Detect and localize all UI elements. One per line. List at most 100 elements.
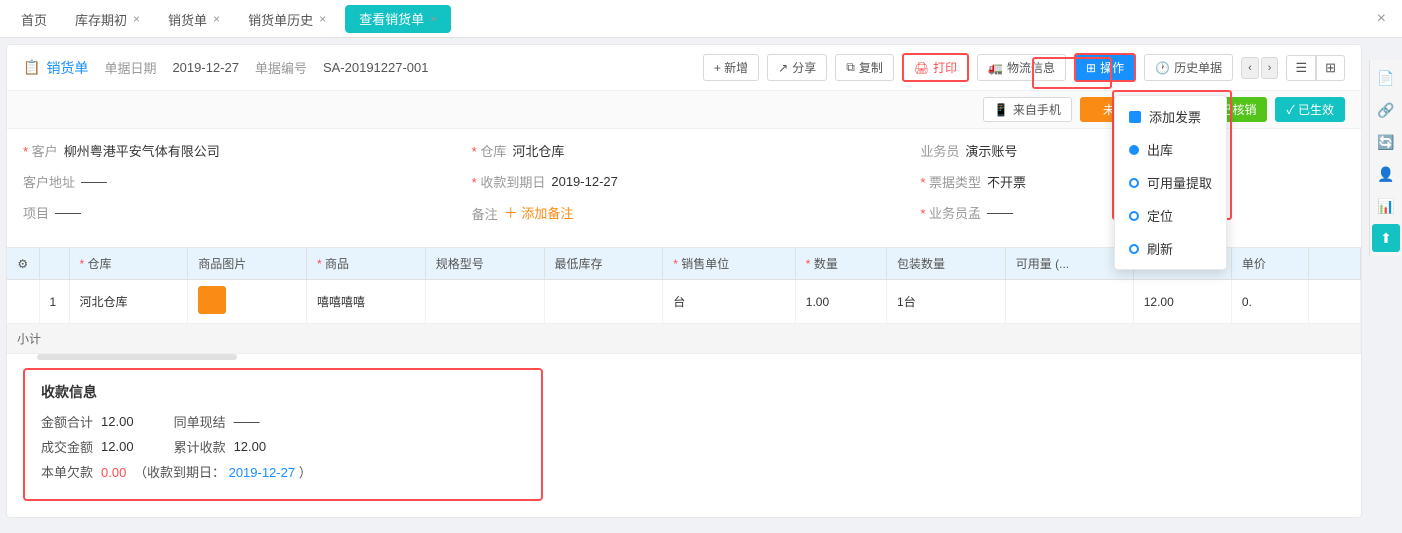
copy-icon: ⧉ — [846, 60, 855, 75]
right-sidebar: 📄 🔗 🔄 👤 📊 ⬆ — [1369, 60, 1402, 256]
share-icon: ↗ — [778, 61, 788, 75]
col-quantity: 数量 — [795, 248, 886, 280]
col-warehouse: 仓库 — [69, 248, 188, 280]
current-owe-label: 本单欠款 — [41, 462, 93, 481]
info-row-1: 金额合计 12.00 同单现结 —— — [41, 412, 525, 431]
same-order-item: 同单现结 —— — [174, 412, 260, 431]
from-phone-button[interactable]: 📱 来自手机 — [983, 97, 1072, 122]
payment-date-label: 收款到期日 — [472, 172, 546, 191]
date-label: 单据日期 — [104, 58, 156, 77]
col-min-stock: 最低库存 — [544, 248, 663, 280]
col-gear[interactable]: ⚙ — [7, 248, 39, 280]
col-image: 商品图片 — [188, 248, 307, 280]
subtotal-label: 小计 — [7, 324, 1361, 354]
available-take-item[interactable]: 可用量提取 — [1115, 166, 1226, 199]
note-field: 备注 ＋ 添加备注 — [472, 203, 897, 223]
tab-inventory[interactable]: 库存期初 × — [62, 0, 153, 38]
staff2-label: 业务员孟 — [920, 203, 981, 222]
tab-home[interactable]: 首页 — [8, 0, 60, 38]
effected-button[interactable]: ✓ 已生效 — [1275, 97, 1345, 122]
warehouse-label: 仓库 — [472, 141, 507, 160]
address-label: 客户地址 — [23, 172, 75, 191]
row-gear — [7, 280, 39, 324]
operations-dropdown: 添加发票 出库 可用量提取 定位 刷新 — [1114, 95, 1227, 270]
phone-icon: 📱 — [994, 103, 1009, 117]
project-value: —— — [55, 205, 81, 220]
position-item[interactable]: 定位 — [1115, 199, 1226, 232]
print-button[interactable]: 🖨 打印 — [902, 53, 969, 82]
add-note-btn[interactable]: ＋ 添加备注 — [504, 203, 574, 223]
project-label: 项目 — [23, 203, 49, 222]
total-received-item: 累计收款 12.00 — [174, 437, 267, 456]
outbound-item[interactable]: 出库 — [1115, 133, 1226, 166]
col-price: 单价 — [1231, 248, 1308, 280]
ticket-type-label: 票据类型 — [920, 172, 981, 191]
tab-history[interactable]: 销货单历史 × — [235, 0, 339, 38]
customer-field: 客户 柳州粤港平安气体有限公司 — [23, 141, 448, 160]
print-icon: 🖨 — [914, 61, 929, 75]
tab-view-close[interactable]: × — [430, 12, 437, 26]
ticket-type-value: 不开票 — [987, 172, 1026, 191]
grid-view-button[interactable]: ⊞ — [1316, 55, 1345, 81]
add-invoice-item[interactable]: 添加发票 — [1115, 100, 1226, 133]
copy-button[interactable]: ⧉ 复制 — [835, 54, 894, 81]
subtotal-row: 小计 — [7, 324, 1361, 354]
tab-sales[interactable]: 销货单 × — [155, 0, 233, 38]
row-index: 1 — [39, 280, 69, 324]
operations-button[interactable]: ⊞ 操作 — [1074, 53, 1136, 82]
deal-amount-value: 12.00 — [101, 439, 134, 454]
total-received-label: 累计收款 — [174, 437, 226, 456]
row-spec — [425, 280, 544, 324]
row-current: 12.00 — [1133, 280, 1231, 324]
col-spec: 规格型号 — [425, 248, 544, 280]
total-amount-label: 金额合计 — [41, 412, 93, 431]
sidebar-link-icon[interactable]: 🔗 — [1372, 96, 1400, 124]
truck-icon: 🚛 — [988, 61, 1003, 75]
sidebar-user-icon[interactable]: 👤 — [1372, 160, 1400, 188]
row-quantity: 1.00 — [795, 280, 886, 324]
col-index — [39, 248, 69, 280]
address-value: —— — [81, 174, 107, 189]
share-button[interactable]: ↗ 分享 — [767, 54, 827, 81]
tab-view[interactable]: 查看销货单 × — [345, 5, 451, 33]
doc-title: 📋 销货单 — [23, 58, 88, 78]
row-extra — [1309, 280, 1361, 324]
tab-inventory-close[interactable]: × — [133, 12, 140, 26]
view-toggle: ☰ ⊞ — [1286, 55, 1345, 81]
customer-label: 客户 — [23, 141, 58, 160]
next-button[interactable]: › — [1261, 57, 1279, 79]
warehouse-field: 仓库 河北仓库 — [472, 141, 897, 160]
list-view-button[interactable]: ☰ — [1286, 55, 1316, 81]
current-owe-value: 0.00 （收款到期日： 2019-12-27 ） — [101, 462, 312, 481]
doc-actions: + 新增 ↗ 分享 ⧉ 复制 🖨 打印 🚛 物流信息 — [703, 53, 1345, 82]
number-label: 单据编号 — [255, 58, 307, 77]
total-received-value: 12.00 — [234, 439, 267, 454]
sidebar-doc-icon[interactable]: 📄 — [1372, 64, 1400, 92]
history-button[interactable]: 🕐 历史单据 — [1144, 54, 1233, 81]
window-close-button[interactable]: × — [1369, 6, 1394, 32]
nav-arrows: ‹ › — [1241, 57, 1278, 79]
tab-bar: 首页 库存期初 × 销货单 × 销货单历史 × 查看销货单 × × — [0, 0, 1402, 38]
due-date-value: 2019-12-27 — [229, 465, 296, 480]
refresh-item[interactable]: 刷新 — [1115, 232, 1226, 265]
payment-info-title: 收款信息 — [41, 382, 525, 402]
sidebar-refresh-icon[interactable]: 🔄 — [1372, 128, 1400, 156]
number-value: SA-20191227-001 — [323, 60, 429, 75]
row-price: 0. — [1231, 280, 1308, 324]
doc-header: 📋 销货单 单据日期 2019-12-27 单据编号 SA-20191227-0… — [7, 45, 1361, 91]
payment-date-value: 2019-12-27 — [551, 174, 618, 189]
tab-sales-close[interactable]: × — [213, 12, 220, 26]
staff-value: 演示账号 — [965, 141, 1017, 160]
payment-date-field: 收款到期日 2019-12-27 — [472, 172, 897, 191]
logistics-button[interactable]: 🚛 物流信息 — [977, 54, 1066, 81]
sidebar-expand-icon[interactable]: ⬆ — [1372, 224, 1400, 252]
customer-value: 柳州粤港平安气体有限公司 — [64, 141, 220, 160]
same-order-label: 同单现结 — [174, 412, 226, 431]
product-image — [198, 286, 226, 314]
sidebar-chart-icon[interactable]: 📊 — [1372, 192, 1400, 220]
deal-amount-item: 成交金额 12.00 — [41, 437, 134, 456]
horizontal-scrollbar[interactable] — [37, 354, 237, 360]
tab-history-close[interactable]: × — [319, 12, 326, 26]
prev-button[interactable]: ‹ — [1241, 57, 1259, 79]
new-button[interactable]: + 新增 — [703, 54, 759, 81]
